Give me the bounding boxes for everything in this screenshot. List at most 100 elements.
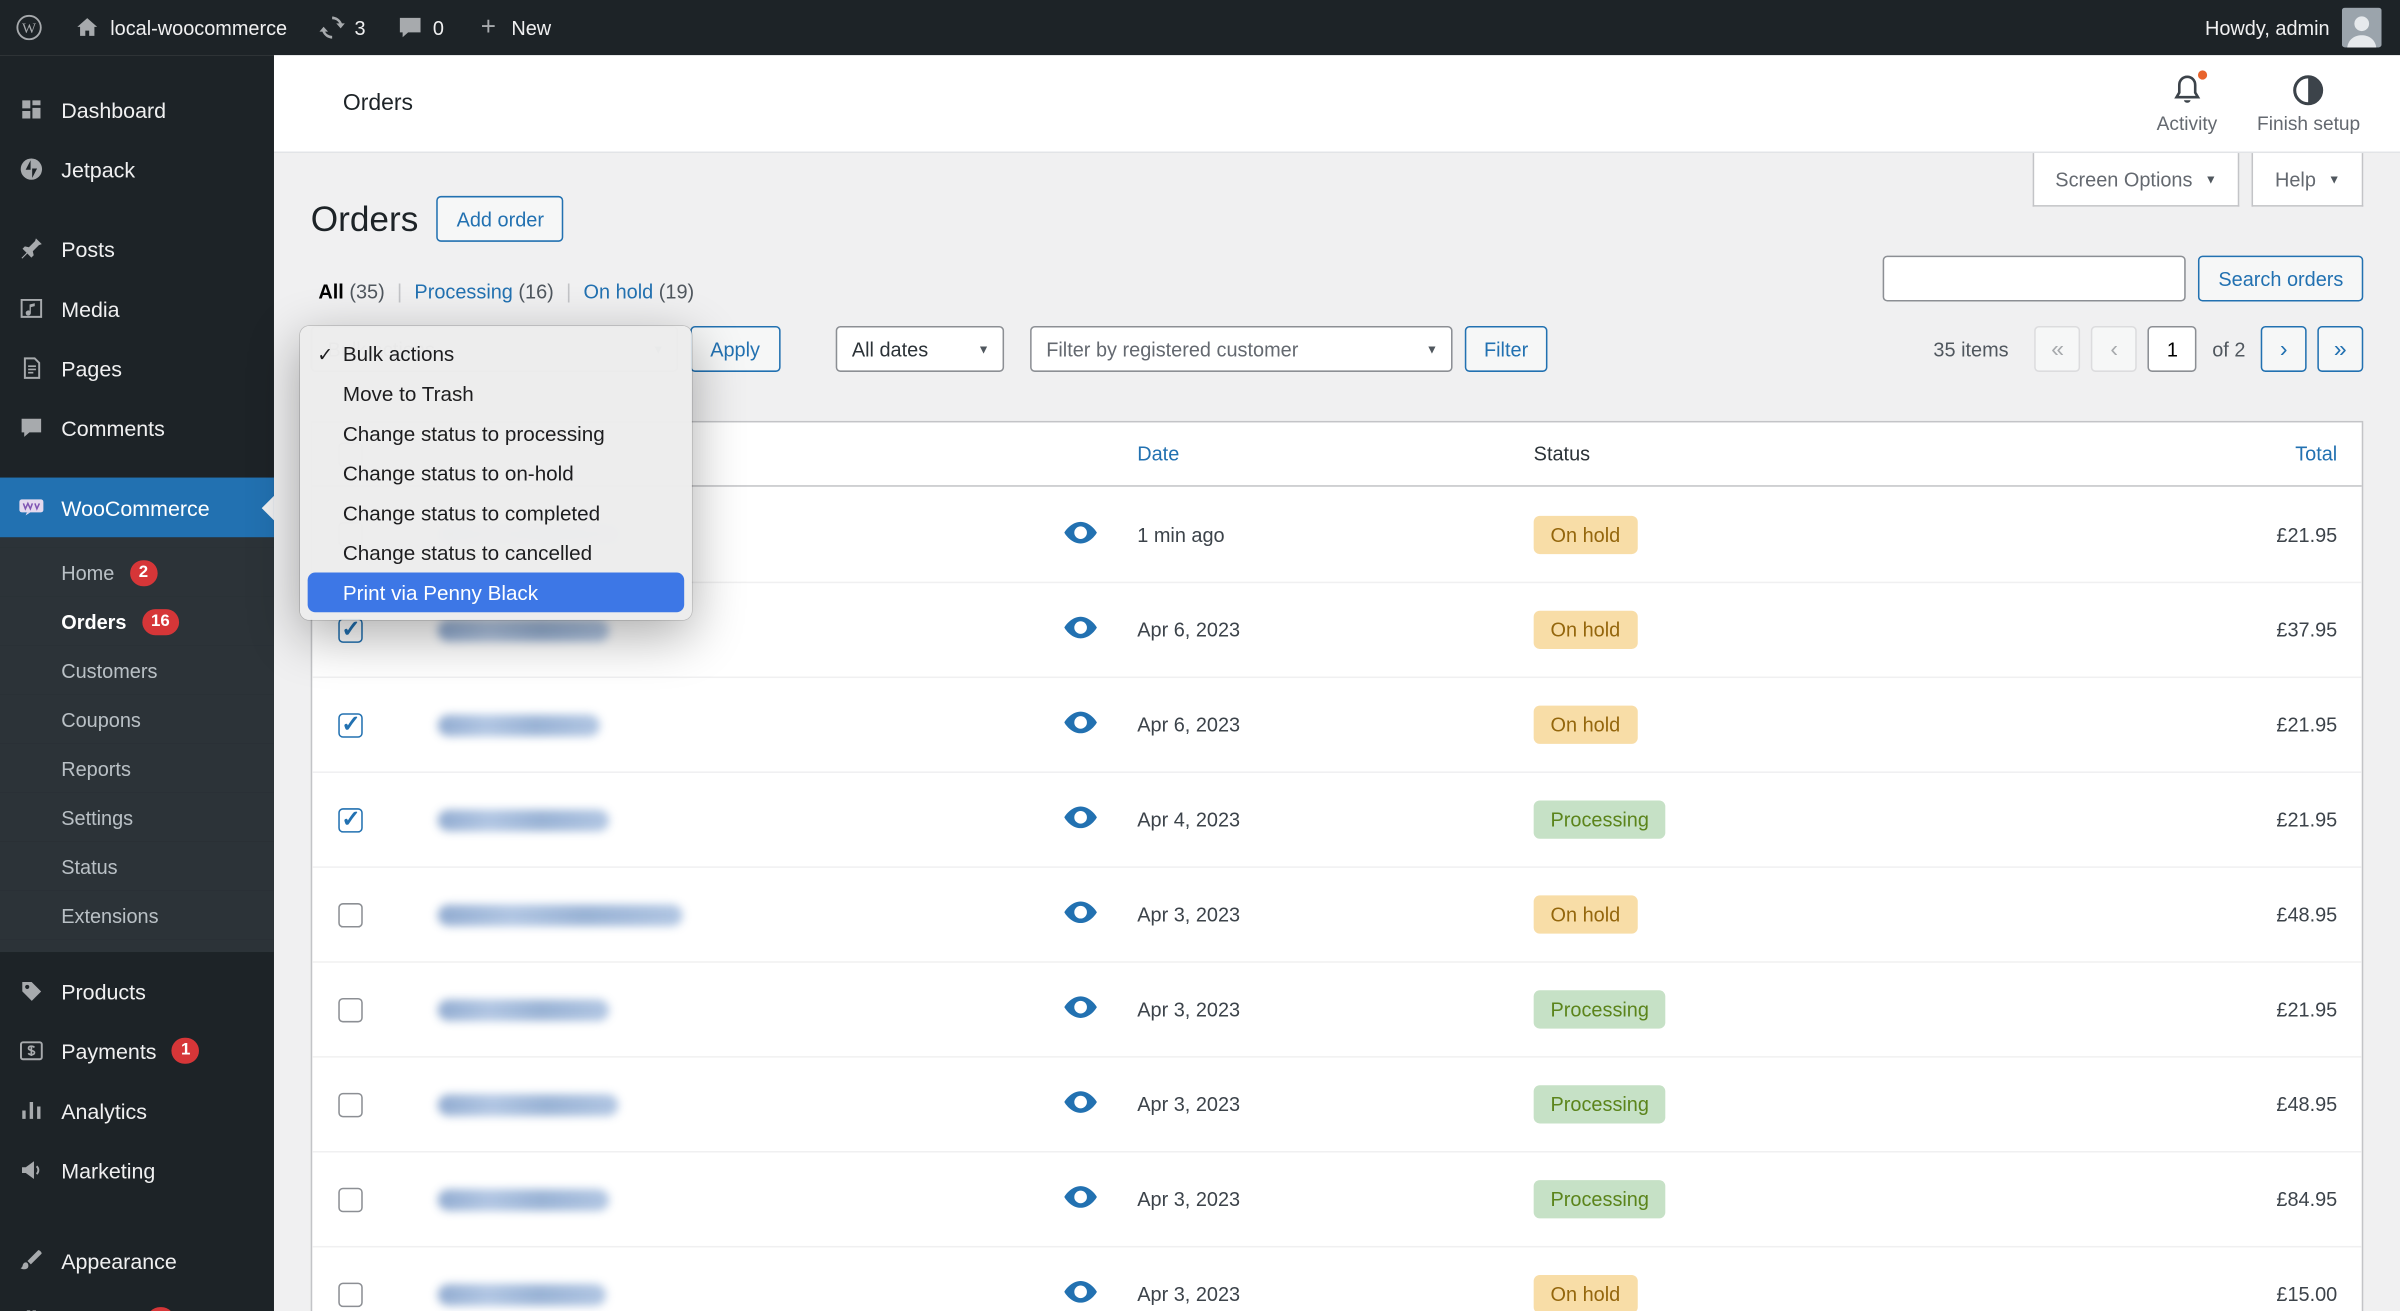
order-name-redacted[interactable]	[437, 903, 683, 926]
sidebar-item-woocommerce[interactable]: WooCommerce	[0, 477, 274, 538]
sidebar-item-home[interactable]: Home 2	[0, 547, 274, 597]
search-orders-button[interactable]: Search orders	[2198, 255, 2364, 302]
menu-item-label: Bulk actions	[342, 342, 455, 366]
sidebar-item-orders[interactable]: Orders 16	[0, 596, 274, 646]
status-badge: Processing	[1533, 1085, 1666, 1124]
row-checkbox[interactable]	[338, 805, 363, 833]
count-badge: 16	[141, 608, 179, 635]
menu-item-print-via-penny-black[interactable]: Print via Penny Black	[307, 572, 685, 613]
preview-eye-icon[interactable]	[1064, 1185, 1098, 1209]
order-name-redacted[interactable]	[437, 619, 610, 641]
filter-link-processing[interactable]: Processing (16)	[414, 280, 553, 303]
sidebar-item-analytics[interactable]: Analytics	[0, 1081, 274, 1141]
sidebar-item-label: Dashboard	[61, 97, 167, 122]
preview-eye-icon[interactable]	[1064, 520, 1098, 544]
sidebar-item-comments[interactable]: Comments	[0, 398, 274, 458]
menu-item-change-status-to-processing[interactable]: Change status to processing	[308, 413, 685, 453]
page-title: Orders	[310, 198, 419, 239]
sidebar-item-appearance[interactable]: Appearance	[0, 1231, 274, 1291]
search-input[interactable]	[1883, 255, 2187, 302]
site-name-link[interactable]: local-woocommerce	[58, 0, 302, 55]
preview-eye-icon[interactable]	[1064, 1280, 1098, 1304]
menu-item-change-status-to-cancelled[interactable]: Change status to cancelled	[308, 533, 685, 573]
row-checkbox[interactable]	[338, 1092, 363, 1118]
order-date: Apr 3, 2023	[1137, 903, 1241, 927]
menu-item-move-to-trash[interactable]: Move to Trash	[308, 373, 685, 413]
wordpress-logo-icon: W	[15, 14, 43, 42]
screen-meta-tabs: Screen Options ▼ Help ▼	[2032, 153, 2364, 207]
order-name-redacted[interactable]	[437, 998, 610, 1021]
sidebar-item-status[interactable]: Status	[0, 841, 274, 891]
sidebar-item-plugins[interactable]: Plugins2	[0, 1290, 274, 1311]
sidebar-item-extensions[interactable]: Extensions	[0, 890, 274, 940]
order-name-redacted[interactable]	[437, 808, 610, 831]
sidebar-item-coupons[interactable]: Coupons	[0, 694, 274, 744]
unread-indicator-dot	[2194, 67, 2210, 83]
activity-button[interactable]: Activity	[2157, 67, 2217, 135]
sidebar-item-products[interactable]: Products	[0, 961, 274, 1021]
items-count: 35 items	[1933, 337, 2009, 361]
filter-link-all[interactable]: All (35)	[318, 280, 384, 303]
sidebar-item-payments[interactable]: Payments 1	[0, 1021, 274, 1081]
sidebar-item-label: Orders	[61, 609, 127, 633]
plugins-icon	[15, 1305, 46, 1311]
my-account-link[interactable]: Howdy, admin	[2187, 7, 2400, 48]
table-row: Apr 3, 2023 On hold £15.00	[312, 1245, 2362, 1311]
row-checkbox[interactable]	[338, 997, 363, 1023]
new-content-link[interactable]: + New	[459, 0, 566, 55]
row-checkbox[interactable]	[338, 710, 363, 738]
sidebar-item-posts[interactable]: Posts	[0, 219, 274, 279]
preview-eye-icon[interactable]	[1064, 900, 1098, 924]
filter-button[interactable]: Filter	[1464, 326, 1549, 372]
sidebar-item-media[interactable]: Media	[0, 279, 274, 339]
order-name-redacted[interactable]	[437, 1283, 607, 1305]
wordpress-menu[interactable]: W	[0, 0, 58, 55]
sidebar-item-marketing[interactable]: Marketing	[0, 1140, 274, 1200]
apply-button[interactable]: Apply	[690, 326, 780, 372]
sidebar-item-customers[interactable]: Customers	[0, 645, 274, 695]
customer-filter-select[interactable]: Filter by registered customer ▼	[1029, 326, 1452, 372]
column-header-total[interactable]: Total	[2086, 442, 2362, 465]
order-name-redacted[interactable]	[437, 714, 600, 736]
menu-item-change-status-to-completed[interactable]: Change status to completed	[308, 493, 685, 533]
screen-options-toggle[interactable]: Screen Options ▼	[2032, 153, 2240, 207]
sidebar-item-pages[interactable]: Pages	[0, 338, 274, 398]
next-page-button[interactable]: ›	[2260, 326, 2307, 372]
status-badge: On hold	[1533, 705, 1638, 744]
order-name-redacted[interactable]	[437, 1093, 619, 1116]
preview-eye-icon[interactable]	[1064, 615, 1098, 639]
prev-page-button[interactable]: ‹	[2091, 326, 2138, 372]
sidebar-item-jetpack[interactable]: Jetpack	[0, 139, 274, 199]
row-checkbox[interactable]	[338, 615, 363, 643]
current-page-input[interactable]	[2147, 326, 2197, 372]
preview-eye-icon[interactable]	[1064, 710, 1098, 734]
sidebar-item-label: Products	[61, 978, 146, 1004]
preview-eye-icon[interactable]	[1064, 995, 1098, 1019]
dates-filter-select[interactable]: All dates ▼	[834, 326, 1004, 372]
menu-item-bulk-actions[interactable]: ✓ Bulk actions	[308, 334, 685, 374]
comments-link[interactable]: 0	[381, 0, 459, 55]
column-header-date[interactable]: Date	[1137, 442, 1533, 465]
preview-eye-icon[interactable]	[1064, 1090, 1098, 1114]
sidebar-item-reports[interactable]: Reports	[0, 743, 274, 793]
last-page-button[interactable]: »	[2317, 326, 2364, 372]
updates-link[interactable]: 3	[302, 0, 380, 55]
row-checkbox[interactable]	[338, 902, 363, 928]
preview-eye-icon[interactable]	[1064, 805, 1098, 829]
admin-bar: W local-woocommerce 3 0 + New Howdy, adm…	[0, 0, 2400, 56]
help-toggle[interactable]: Help ▼	[2252, 153, 2364, 207]
sidebar-item-dashboard[interactable]: Dashboard	[0, 80, 274, 140]
finish-setup-button[interactable]: Finish setup	[2257, 72, 2360, 135]
sidebar-item-settings[interactable]: Settings	[0, 792, 274, 842]
add-order-button[interactable]: Add order	[436, 195, 564, 242]
order-total: £21.95	[2276, 522, 2338, 546]
filter-link-on-hold[interactable]: On hold (19)	[583, 280, 694, 303]
row-checkbox[interactable]	[338, 1187, 363, 1212]
separator: |	[566, 280, 572, 304]
main-content: Orders Activity Finish setup Screen Opti…	[273, 55, 2400, 1311]
order-name-redacted[interactable]	[437, 1188, 610, 1210]
row-checkbox[interactable]	[338, 1282, 363, 1307]
count-badge: 2	[129, 559, 158, 586]
menu-item-change-status-to-on-hold[interactable]: Change status to on-hold	[308, 453, 685, 493]
first-page-button[interactable]: «	[2034, 326, 2081, 372]
